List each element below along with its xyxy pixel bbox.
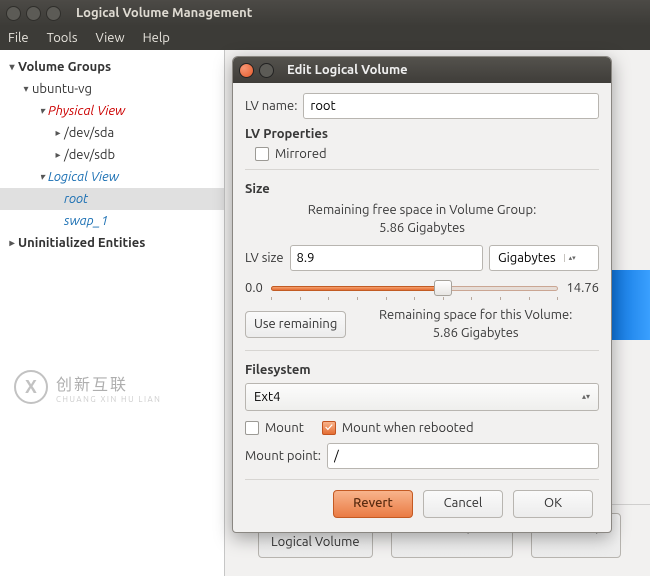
- tree-lv-root[interactable]: root: [0, 188, 224, 210]
- combo-arrows-icon: ▴▾: [582, 394, 590, 400]
- mount-reboot-checkbox[interactable]: [322, 421, 336, 435]
- edit-lv-dialog: Edit Logical Volume LV name: LV Properti…: [232, 56, 612, 533]
- close-icon[interactable]: [6, 6, 21, 21]
- mount-checkbox[interactable]: [245, 421, 259, 435]
- ok-button[interactable]: OK: [513, 490, 593, 518]
- tree-sidebar: ▾Volume Groups ▾ubuntu-vg ▾Physical View…: [0, 50, 225, 576]
- remaining-vol-text: Remaining space for this Volume: 5.86 Gi…: [352, 307, 599, 342]
- lv-name-input[interactable]: [303, 93, 599, 119]
- slider-min: 0.0: [245, 281, 263, 295]
- remaining-vg-text: Remaining free space in Volume Group: 5.…: [245, 202, 599, 237]
- mirrored-label: Mirrored: [275, 147, 327, 161]
- menu-view[interactable]: View: [95, 31, 124, 45]
- tree-dev-sda[interactable]: ▸/dev/sda: [0, 122, 224, 144]
- menu-help[interactable]: Help: [143, 31, 170, 45]
- dialog-title: Edit Logical Volume: [287, 63, 408, 77]
- filesystem-title: Filesystem: [245, 363, 599, 377]
- menu-tools[interactable]: Tools: [47, 31, 78, 45]
- dialog-minimize-icon[interactable]: [259, 63, 274, 78]
- mount-reboot-label: Mount when rebooted: [342, 421, 474, 435]
- menubar: File Tools View Help: [0, 26, 650, 50]
- unit-spinner[interactable]: Gigabytes ▴▾: [489, 245, 599, 271]
- spinner-arrows-icon[interactable]: ▴▾: [564, 254, 580, 262]
- menu-file[interactable]: File: [8, 31, 29, 45]
- size-slider[interactable]: [271, 279, 559, 297]
- watermark-text2: CHUANG XIN HU LIAN: [56, 395, 161, 404]
- tree-logical-view[interactable]: ▾Logical View: [0, 166, 224, 188]
- maximize-icon[interactable]: [46, 6, 61, 21]
- watermark: X 创新互联 CHUANG XIN HU LIAN: [14, 370, 161, 404]
- mount-point-input[interactable]: [327, 443, 599, 469]
- tree-physical-view[interactable]: ▾Physical View: [0, 100, 224, 122]
- use-remaining-button[interactable]: Use remaining: [245, 311, 346, 339]
- lv-size-input[interactable]: [290, 245, 483, 271]
- slider-max: 14.76: [566, 281, 599, 295]
- filesystem-combo[interactable]: Ext4 ▴▾: [245, 383, 599, 411]
- mount-label: Mount: [265, 421, 304, 435]
- lv-properties-title: LV Properties: [245, 127, 599, 141]
- watermark-logo: X: [14, 370, 48, 404]
- unit-value: Gigabytes: [490, 251, 564, 265]
- lv-name-label: LV name:: [245, 99, 297, 113]
- mirrored-checkbox[interactable]: [255, 147, 269, 161]
- window-title: Logical Volume Management: [76, 6, 252, 20]
- dialog-close-icon[interactable]: [239, 63, 254, 78]
- revert-button[interactable]: Revert: [333, 490, 413, 518]
- minimize-icon[interactable]: [26, 6, 41, 21]
- watermark-text1: 创新互联: [56, 371, 161, 395]
- main-titlebar: Logical Volume Management: [0, 0, 650, 26]
- tree-uninitialized[interactable]: ▸Uninitialized Entities: [0, 232, 224, 254]
- cancel-button[interactable]: Cancel: [423, 490, 503, 518]
- tree-dev-sdb[interactable]: ▸/dev/sdb: [0, 144, 224, 166]
- tree-lv-swap[interactable]: swap_1: [0, 210, 224, 232]
- tree-volume-groups[interactable]: ▾Volume Groups: [0, 56, 224, 78]
- dialog-titlebar: Edit Logical Volume: [233, 57, 611, 83]
- filesystem-value: Ext4: [254, 390, 280, 404]
- lv-size-label: LV size: [245, 251, 284, 265]
- slider-thumb[interactable]: [434, 280, 452, 296]
- tree-vg[interactable]: ▾ubuntu-vg: [0, 78, 224, 100]
- size-title: Size: [245, 182, 599, 196]
- mount-point-label: Mount point:: [245, 449, 321, 463]
